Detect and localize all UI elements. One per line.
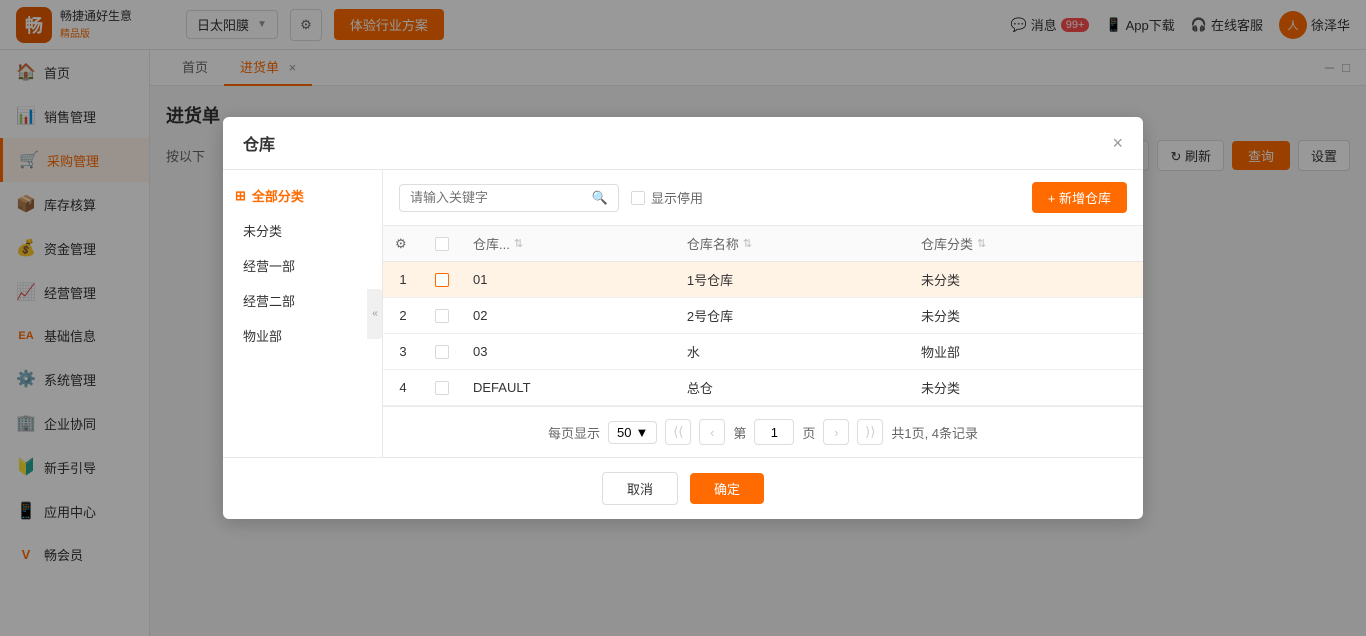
table-body: 1 01 1号仓库 未分类 2 02 2号仓库 [383,262,1143,406]
table-header-row: ⚙ 仓库... ⇅ [383,226,1143,262]
row-category: 物业部 [909,334,1143,370]
grid-icon: ⊞ [235,188,246,204]
settings-th-icon: ⚙ [395,236,407,251]
row-category: 未分类 [909,370,1143,406]
first-page-btn[interactable]: ⟨⟨ [665,419,691,445]
row-num: 2 [383,298,423,334]
row-code: 03 [461,334,675,370]
category-item-dept2[interactable]: 经营二部 [223,283,382,318]
cancel-btn[interactable]: 取消 [602,472,678,505]
warehouse-modal: 仓库 × ⊞ 全部分类 未分类 经营一部 经营二部 物业部 « [223,117,1143,519]
select-all-checkbox[interactable] [435,237,449,251]
row-num: 3 [383,334,423,370]
th-category: 仓库分类 ⇅ [909,226,1143,262]
category-item-property[interactable]: 物业部 [223,318,382,353]
th-code-sort[interactable]: 仓库... ⇅ [473,234,663,253]
table-row[interactable]: 3 03 水 物业部 [383,334,1143,370]
row-checkbox[interactable] [423,370,461,406]
search-bar: 🔍 显示停用 + 新增仓库 [383,170,1143,226]
modal-body: ⊞ 全部分类 未分类 经营一部 经营二部 物业部 « 🔍 [223,170,1143,457]
row-name: 1号仓库 [675,262,909,298]
modal-footer: 取消 确定 [223,457,1143,519]
search-input-wrap: 🔍 [399,184,619,212]
modal-header: 仓库 × [223,117,1143,170]
modal-title: 仓库 [243,131,275,155]
row-category: 未分类 [909,298,1143,334]
warehouse-table: ⚙ 仓库... ⇅ [383,226,1143,406]
sort-icon: ⇅ [514,237,523,250]
prev-page-btn[interactable]: ‹ [699,419,725,445]
th-code: 仓库... ⇅ [461,226,675,262]
search-input[interactable] [410,190,592,205]
confirm-btn[interactable]: 确定 [690,473,764,504]
show-disabled-label: 显示停用 [651,188,703,207]
row-code: 02 [461,298,675,334]
th-name-label: 仓库名称 [687,234,739,253]
table-row[interactable]: 4 DEFAULT 总仓 未分类 [383,370,1143,406]
next-page-btn[interactable]: › [823,419,849,445]
row-checkbox[interactable] [423,298,461,334]
th-category-sort[interactable]: 仓库分类 ⇅ [921,234,1131,253]
th-category-label: 仓库分类 [921,234,973,253]
page-size-arrow: ▼ [635,425,648,440]
row-code: DEFAULT [461,370,675,406]
table-container: ⚙ 仓库... ⇅ [383,226,1143,406]
category-collapse-btn[interactable]: « [367,289,383,339]
th-checkbox [423,226,461,262]
page-size-value: 50 [617,425,631,440]
row-name: 总仓 [675,370,909,406]
all-categories-label: 全部分类 [252,186,304,205]
show-disabled-checkbox[interactable]: 显示停用 [631,188,703,207]
row-code: 01 [461,262,675,298]
th-code-label: 仓库... [473,234,510,253]
row-name: 2号仓库 [675,298,909,334]
th-settings: ⚙ [383,226,423,262]
modal-overlay: 仓库 × ⊞ 全部分类 未分类 经营一部 经营二部 物业部 « [0,0,1366,636]
page-unit: 页 [802,423,815,442]
per-page-label: 每页显示 [548,423,600,442]
row-name: 水 [675,334,909,370]
all-categories-item[interactable]: ⊞ 全部分类 [223,178,382,213]
row-num: 4 [383,370,423,406]
last-page-btn[interactable]: ⟩⟩ [857,419,883,445]
modal-close-btn[interactable]: × [1112,133,1123,154]
search-icon[interactable]: 🔍 [592,190,608,206]
add-warehouse-btn[interactable]: + 新增仓库 [1032,182,1127,213]
page-label: 第 [733,423,746,442]
sort-icon: ⇅ [977,237,986,250]
row-num: 1 [383,262,423,298]
category-item-dept1[interactable]: 经营一部 [223,248,382,283]
row-checkbox[interactable] [423,262,461,298]
category-item-unclassified[interactable]: 未分类 [223,213,382,248]
table-row[interactable]: 1 01 1号仓库 未分类 [383,262,1143,298]
table-row[interactable]: 2 02 2号仓库 未分类 [383,298,1143,334]
sort-icon: ⇅ [743,237,752,250]
th-name: 仓库名称 ⇅ [675,226,909,262]
row-category: 未分类 [909,262,1143,298]
collapse-icon: « [372,308,378,319]
th-name-sort[interactable]: 仓库名称 ⇅ [687,234,897,253]
pagination: 每页显示 50 ▼ ⟨⟨ ‹ 第 页 › ⟩⟩ 共1页, 4条记录 [383,406,1143,457]
page-number-input[interactable] [754,419,794,445]
total-info: 共1页, 4条记录 [891,423,978,442]
page-size-select[interactable]: 50 ▼ [608,421,657,444]
disabled-checkbox[interactable] [631,191,645,205]
row-checkbox[interactable] [423,334,461,370]
table-panel: 🔍 显示停用 + 新增仓库 ⚙ [383,170,1143,457]
category-panel: ⊞ 全部分类 未分类 经营一部 经营二部 物业部 « [223,170,383,457]
